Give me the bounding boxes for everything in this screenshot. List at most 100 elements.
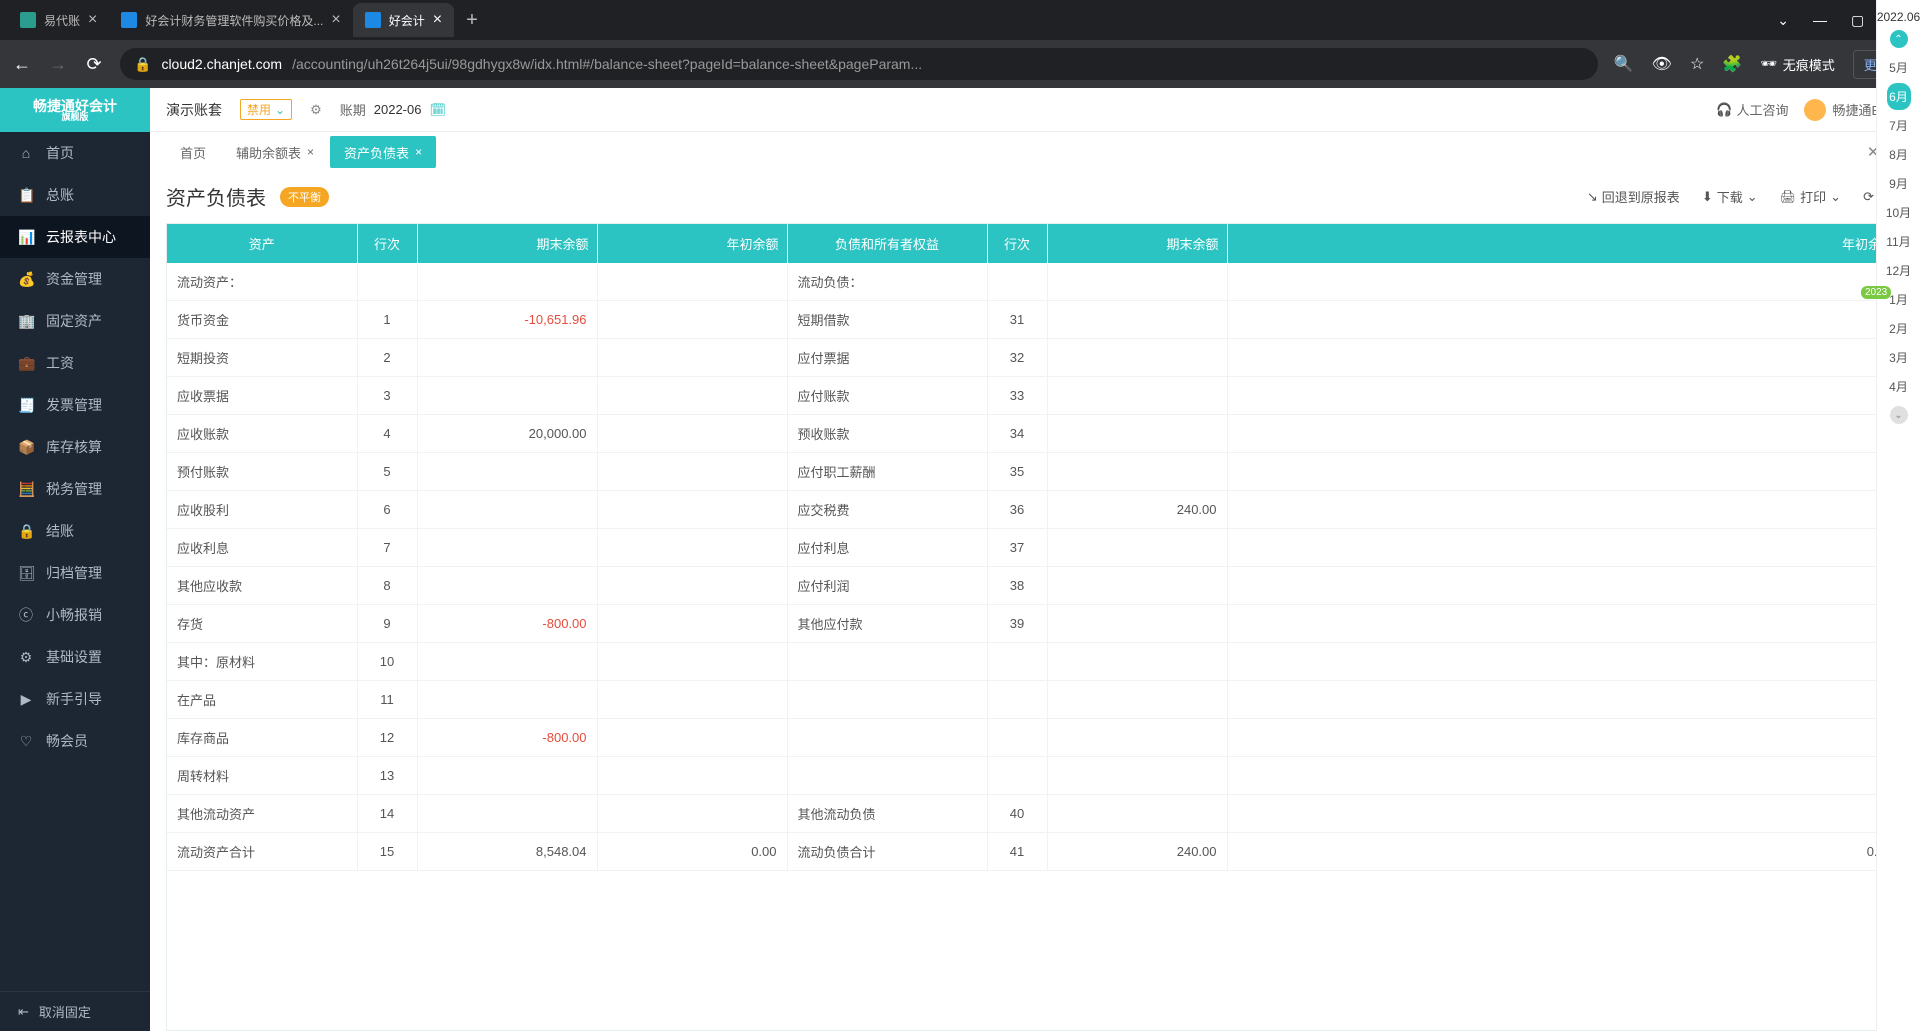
rollback-button[interactable]: ↘回退到原报表 — [1587, 187, 1680, 206]
sidebar-item[interactable]: 💰资金管理 — [0, 258, 150, 300]
account-name[interactable]: 演示账套 — [166, 100, 222, 120]
browser-tab-active[interactable]: 好会计 × — [353, 3, 454, 37]
table-row[interactable]: 其中：原材料10 — [167, 643, 1903, 681]
cell-asset: 库存商品 — [167, 719, 357, 757]
maximize-icon[interactable]: ▢ — [1851, 12, 1864, 29]
month-item[interactable]: 5月 — [1877, 54, 1920, 81]
table-row[interactable]: 流动资产合计158,548.040.00流动负债合计41240.000.00 — [167, 833, 1903, 871]
cell-row: 5 — [357, 453, 417, 491]
disable-button[interactable]: 禁用⌄ — [240, 99, 292, 120]
table-row[interactable]: 应收利息7应付利息37 — [167, 529, 1903, 567]
cell-begin — [597, 529, 787, 567]
table-row[interactable]: 其他流动资产14其他流动负债40 — [167, 795, 1903, 833]
extensions-icon[interactable]: 🧩 — [1722, 54, 1742, 74]
sidebar-item[interactable]: 📋总账 — [0, 174, 150, 216]
page-tab[interactable]: 资产负债表× — [330, 136, 436, 168]
gear-icon[interactable]: ⚙ — [310, 102, 322, 118]
browser-tab[interactable]: 易代账 × — [8, 3, 109, 37]
chevron-down-icon[interactable]: ⌄ — [1777, 12, 1789, 29]
url-input[interactable]: 🔒 cloud2.chanjet.com/accounting/uh26t264… — [120, 48, 1598, 80]
cell-end2 — [1047, 529, 1227, 567]
month-item[interactable]: 11月 — [1877, 228, 1920, 255]
minimize-icon[interactable]: — — [1813, 12, 1827, 29]
sidebar-item[interactable]: ▶新手引导 — [0, 678, 150, 720]
period-picker[interactable]: 账期 2022-06 🗓 — [340, 100, 446, 119]
logo[interactable]: 畅捷通好会计 旗舰版 — [0, 88, 150, 132]
zoom-icon[interactable]: 🔍 — [1614, 54, 1634, 74]
sidebar-item[interactable]: 🧾发票管理 — [0, 384, 150, 426]
table-row[interactable]: 流动资产：流动负债： — [167, 263, 1903, 301]
new-tab-button[interactable]: + — [466, 9, 478, 32]
close-icon[interactable]: × — [307, 145, 314, 159]
table-row[interactable]: 库存商品12-800.00 — [167, 719, 1903, 757]
browser-tab[interactable]: 好会计财务管理软件购买价格及... × — [109, 3, 352, 37]
month-item[interactable]: 10月 — [1877, 199, 1920, 226]
cell-end2 — [1047, 719, 1227, 757]
month-year[interactable]: 2022.06 — [1877, 6, 1920, 28]
sidebar-item[interactable]: 📊云报表中心 — [0, 216, 150, 258]
sidebar-item[interactable]: ♡畅会员 — [0, 720, 150, 762]
month-item[interactable]: 7月 — [1877, 112, 1920, 139]
download-button[interactable]: ⬇下载 ⌄ — [1702, 187, 1758, 206]
page-tabs: 首页辅助余额表×资产负债表× ✕ ⛶ — [150, 132, 1920, 172]
print-button[interactable]: 🖨打印 ⌄ — [1780, 187, 1841, 206]
month-item[interactable]: 12月 — [1877, 257, 1920, 284]
table-row[interactable]: 应收账款420,000.00预收账款34 — [167, 415, 1903, 453]
cell-end — [417, 757, 597, 795]
cell-begin2 — [1227, 795, 1903, 833]
table-row[interactable]: 存货9-800.00其他应付款39 — [167, 605, 1903, 643]
eye-off-icon[interactable]: 👁 — [1652, 54, 1672, 74]
cell-row2: 37 — [987, 529, 1047, 567]
table-row[interactable]: 其他应收款8应付利润38 — [167, 567, 1903, 605]
close-icon[interactable]: × — [433, 11, 442, 29]
table-scroll[interactable]: 资产 行次 期末余额 年初余额 负债和所有者权益 行次 期末余额 年初余额 — [166, 223, 1904, 1031]
cell-begin — [597, 453, 787, 491]
month-up-button[interactable]: ⌃ — [1890, 30, 1908, 48]
sidebar-item[interactable]: ⓒ小畅报销 — [0, 594, 150, 636]
sidebar-item[interactable]: 🔒结账 — [0, 510, 150, 552]
cancel-pin-button[interactable]: ⇤ 取消固定 — [0, 991, 150, 1031]
month-item[interactable]: 4月 — [1877, 373, 1920, 400]
cell-begin2 — [1227, 681, 1903, 719]
main-area: 演示账套 禁用⌄ ⚙ 账期 2022-06 🗓 🎧人工咨询 畅捷通B组... 首… — [150, 88, 1920, 1031]
close-icon[interactable]: × — [331, 11, 340, 29]
th-begin-bal: 年初余额 — [597, 224, 787, 263]
sidebar-item[interactable]: ⌂首页 — [0, 132, 150, 174]
table-row[interactable]: 货币资金1-10,651.96短期借款31 — [167, 301, 1903, 339]
bookmark-star-icon[interactable]: ☆ — [1690, 54, 1704, 74]
menu-icon: 📋 — [18, 187, 34, 204]
sidebar-item[interactable]: 🏢固定资产 — [0, 300, 150, 342]
month-item[interactable]: 9月 — [1877, 170, 1920, 197]
month-item[interactable]: 3月 — [1877, 344, 1920, 371]
reload-button[interactable]: ⟳ — [84, 54, 104, 75]
table-row[interactable]: 在产品11 — [167, 681, 1903, 719]
sidebar-item[interactable]: 🧮税务管理 — [0, 468, 150, 510]
month-item[interactable]: 6月 — [1887, 83, 1911, 110]
forward-button[interactable]: → — [48, 54, 68, 75]
incognito-label[interactable]: 🕶无痕模式 — [1760, 55, 1835, 74]
cell-end2 — [1047, 757, 1227, 795]
sidebar-item[interactable]: 💼工资 — [0, 342, 150, 384]
browser-chrome: 易代账 × 好会计财务管理软件购买价格及... × 好会计 × + ⌄ — ▢ … — [0, 0, 1920, 88]
table-row[interactable]: 应收股利6应交税费36240.00 — [167, 491, 1903, 529]
support-button[interactable]: 🎧人工咨询 — [1716, 100, 1788, 119]
table-row[interactable]: 应收票据3应付账款33 — [167, 377, 1903, 415]
cell-asset: 应收账款 — [167, 415, 357, 453]
month-down-button[interactable]: ⌄ — [1890, 406, 1908, 424]
table-row[interactable]: 短期投资2应付票据32 — [167, 339, 1903, 377]
menu-icon: 🗄 — [18, 565, 34, 582]
table-row[interactable]: 预付账款5应付职工薪酬35 — [167, 453, 1903, 491]
month-item[interactable]: 8月 — [1877, 141, 1920, 168]
page-tab[interactable]: 首页 — [166, 136, 220, 168]
month-item[interactable]: 2月 — [1877, 315, 1920, 342]
close-icon[interactable]: × — [415, 145, 422, 159]
cell-begin — [597, 681, 787, 719]
sidebar-item[interactable]: 📦库存核算 — [0, 426, 150, 468]
table-row[interactable]: 周转材料13 — [167, 757, 1903, 795]
back-button[interactable]: ← — [12, 54, 32, 75]
sidebar-item[interactable]: ⚙基础设置 — [0, 636, 150, 678]
page-tab[interactable]: 辅助余额表× — [222, 136, 328, 168]
sidebar-item[interactable]: 🗄归档管理 — [0, 552, 150, 594]
cell-row: 14 — [357, 795, 417, 833]
close-icon[interactable]: × — [88, 11, 97, 29]
